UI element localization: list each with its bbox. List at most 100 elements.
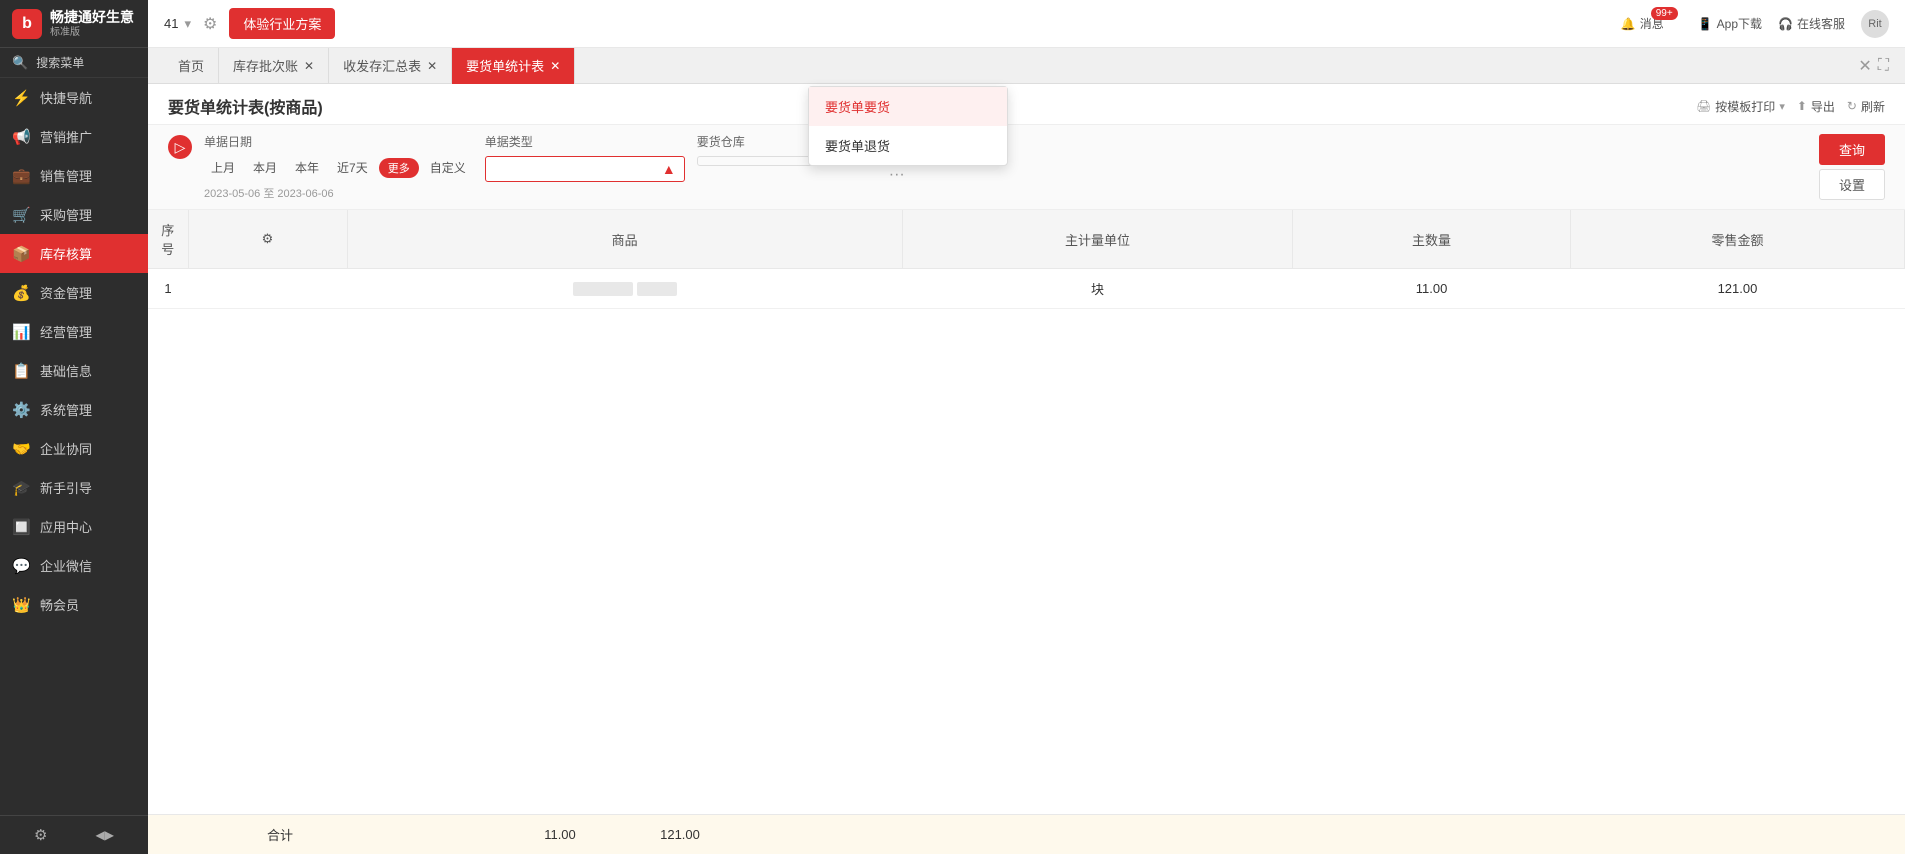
col-product: 商品 bbox=[347, 210, 902, 269]
sidebar-item-membership[interactable]: 👑 畅会员 bbox=[0, 585, 148, 624]
date-range-display: 2023-05-06 至 2023-06-06 bbox=[204, 185, 473, 201]
sidebar-item-wechat-work[interactable]: 💬 企业微信 bbox=[0, 546, 148, 585]
tab-home[interactable]: 首页 bbox=[164, 48, 219, 84]
search-icon: 🔍 bbox=[12, 55, 28, 71]
online-service-btn[interactable]: 🎧 在线客服 bbox=[1778, 15, 1845, 32]
store-chevron-icon: ▾ bbox=[184, 16, 191, 32]
sidebar-item-app-center[interactable]: 🔲 应用中心 bbox=[0, 507, 148, 546]
type-filter-group: 单据类型 ▲ bbox=[485, 133, 685, 182]
export-icon: ⬆ bbox=[1797, 99, 1807, 113]
footer-label: 合计 bbox=[160, 825, 400, 844]
header-left: 41 ▾ ⚙ 体验行业方案 bbox=[164, 8, 335, 39]
main-content: 41 ▾ ⚙ 体验行业方案 🔔 消息 99+ 📱 App下载 🎧 在线客服 Ri… bbox=[148, 0, 1905, 854]
sales-icon: 💼 bbox=[12, 167, 30, 185]
page-header: 要货单统计表(按商品) 🖨 按模板打印 ▾ ⬆ 导出 ↻ 刷新 bbox=[148, 84, 1905, 124]
marketing-icon: 📢 bbox=[12, 128, 30, 146]
tab-receipt-summary[interactable]: 收发存汇总表 ✕ bbox=[329, 48, 452, 84]
refresh-btn[interactable]: ↻ 刷新 bbox=[1847, 98, 1885, 115]
header-settings-icon[interactable]: ⚙ bbox=[203, 14, 217, 34]
user-avatar[interactable]: Rit bbox=[1861, 10, 1889, 38]
page: 要货单统计表(按商品) 🖨 按模板打印 ▾ ⬆ 导出 ↻ 刷新 bbox=[148, 84, 1905, 854]
sidebar-item-finance[interactable]: 💰 资金管理 bbox=[0, 273, 148, 312]
sidebar-settings-btn[interactable]: ⚙ bbox=[34, 826, 47, 844]
print-btn[interactable]: 🖨 按模板打印 ▾ bbox=[1696, 98, 1785, 115]
cell-sales-amount: 121.00 bbox=[1570, 269, 1904, 309]
tab-order-summary[interactable]: 要货单统计表 ✕ bbox=[452, 48, 575, 84]
sidebar: b 畅捷通好生意 标准版 🔍 搜索菜单 ⚡ 快捷导航 📢 营销推广 💼 销售管理… bbox=[0, 0, 148, 854]
expand-icon: ▷ bbox=[175, 139, 186, 156]
date-more-btn[interactable]: 更多 bbox=[379, 158, 419, 178]
product-code-placeholder bbox=[637, 282, 677, 296]
cell-settings bbox=[188, 269, 347, 309]
sidebar-item-sales[interactable]: 💼 销售管理 bbox=[0, 156, 148, 195]
sidebar-item-inventory[interactable]: 📦 库存核算 bbox=[0, 234, 148, 273]
page-title: 要货单统计表(按商品) bbox=[168, 94, 323, 118]
tab-expand: ✕ ⛶ bbox=[1858, 56, 1889, 76]
type-select-arrow-icon: ▲ bbox=[662, 161, 676, 177]
col-sales-amount: 零售金额 bbox=[1570, 210, 1904, 269]
sidebar-item-basic-info[interactable]: 📋 基础信息 bbox=[0, 351, 148, 390]
app-center-icon: 🔲 bbox=[12, 518, 30, 536]
sidebar-collapse-btn[interactable]: ◀▶ bbox=[96, 828, 114, 842]
sidebar-item-system[interactable]: ⚙️ 系统管理 bbox=[0, 390, 148, 429]
quick-nav-icon: ⚡ bbox=[12, 89, 30, 107]
sidebar-item-quick-nav[interactable]: ⚡ 快捷导航 bbox=[0, 78, 148, 117]
header-right: 🔔 消息 99+ 📱 App下载 🎧 在线客服 Rit bbox=[1621, 10, 1889, 38]
app-logo: b 畅捷通好生意 标准版 bbox=[0, 0, 148, 48]
enterprise-icon: 🤝 bbox=[12, 440, 30, 458]
tab-fullscreen-btn[interactable]: ⛶ bbox=[1878, 56, 1889, 76]
purchase-icon: 🛒 bbox=[12, 206, 30, 224]
cell-product bbox=[347, 269, 902, 309]
date-btn-this-month[interactable]: 本月 bbox=[246, 156, 284, 179]
logo-icon: b bbox=[12, 9, 42, 39]
table-container: 序号 ⚙ 商品 主计量单位 主数量 零售金额 1 bbox=[148, 210, 1905, 814]
filter-expand-btn[interactable]: ▷ bbox=[168, 135, 192, 159]
date-btn-last-month[interactable]: 上月 bbox=[204, 156, 242, 179]
sidebar-item-purchase[interactable]: 🛒 采购管理 bbox=[0, 195, 148, 234]
footer-quantity: 11.00 bbox=[500, 827, 620, 842]
type-select[interactable]: ▲ bbox=[485, 156, 685, 182]
app-download-btn[interactable]: 📱 App下载 bbox=[1698, 15, 1762, 32]
col-seq: 序号 bbox=[148, 210, 188, 269]
inventory-icon: 📦 bbox=[12, 245, 30, 263]
query-btn[interactable]: 查询 bbox=[1819, 134, 1885, 165]
filter-bar: ▷ 单据日期 上月 本月 本年 近7天 更多 自定义 2023-05-06 至 … bbox=[148, 124, 1905, 210]
trial-btn[interactable]: 体验行业方案 bbox=[229, 8, 335, 39]
date-btn-custom[interactable]: 自定义 bbox=[423, 156, 473, 179]
logo-text: 畅捷通好生意 标准版 bbox=[50, 8, 134, 39]
cell-unit: 块 bbox=[902, 269, 1292, 309]
tab-batch-account[interactable]: 库存批次账 ✕ bbox=[219, 48, 329, 84]
sidebar-item-operation[interactable]: 📊 经营管理 bbox=[0, 312, 148, 351]
col-settings[interactable]: ⚙ bbox=[188, 210, 347, 269]
store-selector[interactable]: 41 ▾ bbox=[164, 16, 191, 32]
operation-icon: 📊 bbox=[12, 323, 30, 341]
date-filter-group: 单据日期 上月 本月 本年 近7天 更多 自定义 2023-05-06 至 20… bbox=[204, 133, 473, 201]
export-btn[interactable]: ⬆ 导出 bbox=[1797, 98, 1835, 115]
sidebar-search[interactable]: 🔍 搜索菜单 bbox=[0, 48, 148, 78]
settings-btn[interactable]: 设置 bbox=[1819, 169, 1885, 200]
dropdown-item-require-goods[interactable]: 要货单要货 bbox=[809, 87, 1007, 126]
filter-more-btn[interactable]: ··· bbox=[889, 166, 905, 184]
notifications-btn[interactable]: 🔔 消息 99+ bbox=[1621, 15, 1664, 32]
table-footer: 合计 11.00 121.00 bbox=[148, 814, 1905, 854]
date-btn-7days[interactable]: 近7天 bbox=[330, 156, 375, 179]
tab-expand-btn[interactable]: ✕ bbox=[1858, 56, 1871, 76]
tab-receipt-summary-close[interactable]: ✕ bbox=[427, 59, 437, 73]
finance-icon: 💰 bbox=[12, 284, 30, 302]
headset-icon: 🎧 bbox=[1778, 17, 1793, 31]
table-row: 1 块 11.00 121.00 bbox=[148, 269, 1905, 309]
page-actions: 🖨 按模板打印 ▾ ⬆ 导出 ↻ 刷新 bbox=[1696, 98, 1885, 115]
tab-order-summary-close[interactable]: ✕ bbox=[550, 59, 560, 73]
dropdown-item-require-return[interactable]: 要货单退货 bbox=[809, 126, 1007, 165]
tab-bar: 首页 库存批次账 ✕ 收发存汇总表 ✕ 要货单统计表 ✕ ✕ ⛶ bbox=[148, 48, 1905, 84]
sidebar-item-marketing[interactable]: 📢 营销推广 bbox=[0, 117, 148, 156]
sidebar-item-guide[interactable]: 🎓 新手引导 bbox=[0, 468, 148, 507]
date-btn-this-year[interactable]: 本年 bbox=[288, 156, 326, 179]
table-header-row: 序号 ⚙ 商品 主计量单位 主数量 零售金额 bbox=[148, 210, 1905, 269]
tab-batch-account-close[interactable]: ✕ bbox=[304, 59, 314, 73]
filter-actions: 查询 设置 bbox=[1819, 134, 1885, 200]
footer-sales-amount: 121.00 bbox=[630, 827, 730, 842]
col-quantity: 主数量 bbox=[1293, 210, 1571, 269]
refresh-icon: ↻ bbox=[1847, 99, 1857, 113]
sidebar-item-enterprise[interactable]: 🤝 企业协同 bbox=[0, 429, 148, 468]
